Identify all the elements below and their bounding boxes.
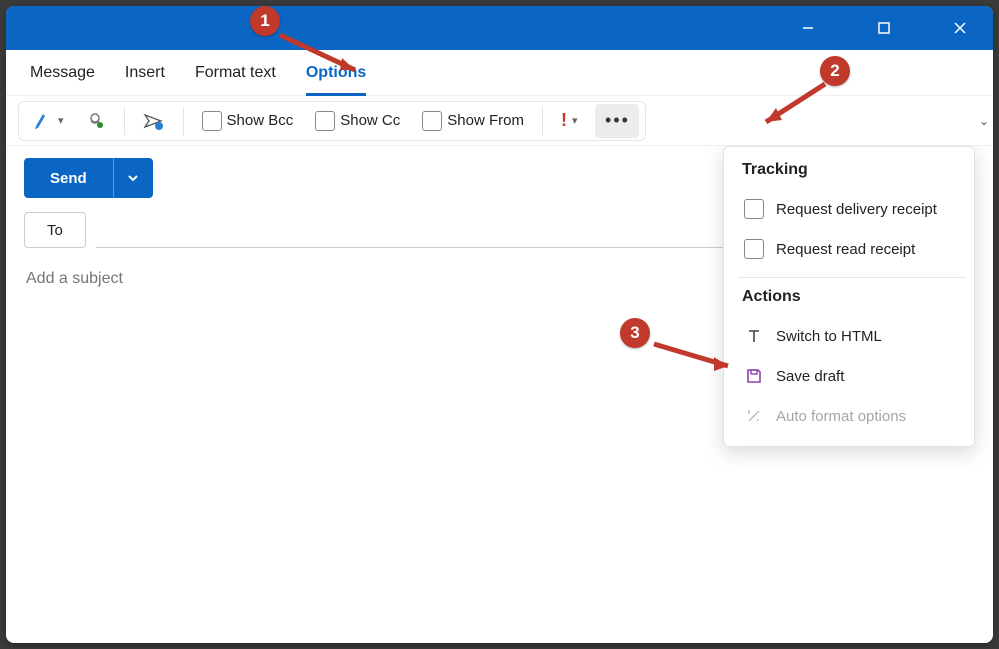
wand-icon xyxy=(744,407,764,425)
checkbox-icon xyxy=(744,239,764,259)
encrypt-button[interactable] xyxy=(78,104,114,138)
auto-format-options: Auto format options xyxy=(742,396,962,436)
close-icon xyxy=(953,21,967,35)
request-delivery-receipt[interactable]: Request delivery receipt xyxy=(742,189,962,229)
chevron-down-icon: ▾ xyxy=(572,114,578,127)
ribbon-separator xyxy=(124,107,125,135)
anno-arrow-1 xyxy=(270,25,380,85)
anno-arrow-3 xyxy=(646,336,746,386)
chevron-down-icon: ⌄ xyxy=(979,114,989,128)
show-bcc-label: Show Bcc xyxy=(227,112,294,129)
show-cc-toggle[interactable]: Show Cc xyxy=(307,104,408,138)
signature-button[interactable]: ▾ xyxy=(25,104,72,138)
ribbon-collapse-toggle[interactable]: ⌄ xyxy=(973,110,993,132)
show-cc-label: Show Cc xyxy=(340,112,400,129)
checkbox-icon xyxy=(744,199,764,219)
ribbon-group: ▾ Show Bcc Show Cc Show From xyxy=(18,101,646,141)
window: Message Insert Format text Options ▾ Sho… xyxy=(6,6,993,643)
actions-heading: Actions xyxy=(742,288,962,306)
text-icon xyxy=(744,327,764,345)
encrypt-icon xyxy=(86,111,106,131)
ellipsis-icon: ••• xyxy=(605,110,630,131)
maximize-icon xyxy=(877,21,891,35)
save-draft[interactable]: Save draft xyxy=(742,356,962,396)
ribbon-separator xyxy=(542,107,543,135)
tab-format-text[interactable]: Format text xyxy=(195,50,276,96)
minimize-button[interactable] xyxy=(785,12,831,44)
request-read-label: Request read receipt xyxy=(776,241,915,258)
overflow-button[interactable]: ••• xyxy=(595,104,639,138)
checkbox-icon xyxy=(315,111,335,131)
checkbox-icon xyxy=(422,111,442,131)
tab-message[interactable]: Message xyxy=(30,50,95,96)
show-from-toggle[interactable]: Show From xyxy=(414,104,532,138)
anno-badge-2: 2 xyxy=(820,56,850,86)
chevron-down-icon: ▾ xyxy=(58,114,64,127)
send-button[interactable]: Send xyxy=(24,158,113,198)
anno-badge-1: 1 xyxy=(250,6,280,36)
switch-html-label: Switch to HTML xyxy=(776,328,882,345)
send-plane-icon xyxy=(143,111,165,131)
overflow-panel: Tracking Request delivery receipt Reques… xyxy=(723,146,975,447)
anno-badge-3: 3 xyxy=(620,318,650,348)
chevron-down-icon xyxy=(126,171,140,185)
tracking-heading: Tracking xyxy=(742,161,962,179)
save-icon xyxy=(744,367,764,385)
switch-to-html[interactable]: Switch to HTML xyxy=(742,316,962,356)
signature-icon xyxy=(33,111,53,131)
checkbox-icon xyxy=(202,111,222,131)
request-delivery-label: Request delivery receipt xyxy=(776,201,937,218)
request-read-receipt[interactable]: Request read receipt xyxy=(742,229,962,269)
maximize-button[interactable] xyxy=(861,12,907,44)
panel-separator xyxy=(738,277,966,278)
close-button[interactable] xyxy=(937,12,983,44)
show-from-label: Show From xyxy=(447,112,524,129)
auto-format-label: Auto format options xyxy=(776,408,906,425)
exclamation-icon: ! xyxy=(561,110,567,131)
send-dropdown[interactable] xyxy=(113,158,153,198)
anno-arrow-2 xyxy=(750,76,840,136)
options-ribbon: ▾ Show Bcc Show Cc Show From xyxy=(6,96,993,146)
minimize-icon xyxy=(801,21,815,35)
to-button[interactable]: To xyxy=(24,212,86,248)
save-draft-label: Save draft xyxy=(776,368,844,385)
sendas-button[interactable] xyxy=(135,104,173,138)
compose-area: Send To Tracking Request delivery receip… xyxy=(6,146,993,643)
show-bcc-toggle[interactable]: Show Bcc xyxy=(194,104,302,138)
ribbon-separator xyxy=(183,107,184,135)
importance-button[interactable]: ! ▾ xyxy=(553,104,586,138)
titlebar xyxy=(6,6,993,50)
tab-insert[interactable]: Insert xyxy=(125,50,165,96)
